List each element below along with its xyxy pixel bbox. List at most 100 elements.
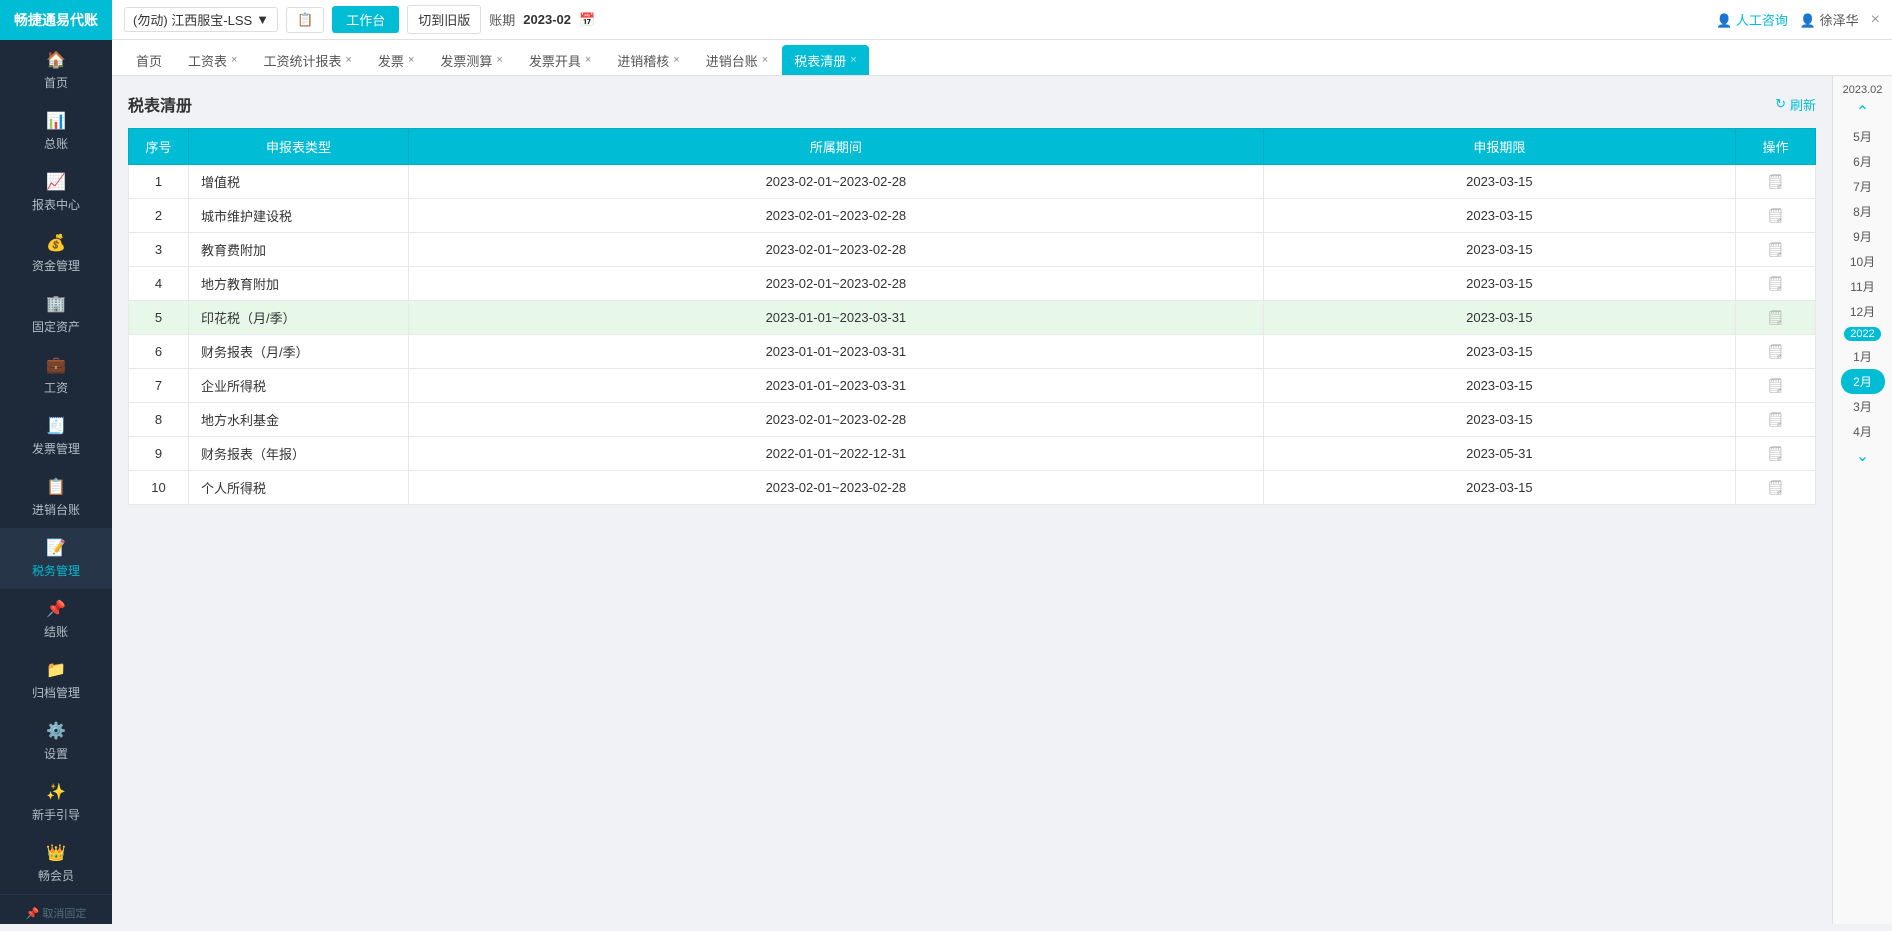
table-row: 6 财务报表（月/季） 2023-01-01~2023-03-31 2023-0…	[129, 335, 1816, 369]
cell-no: 6	[129, 335, 189, 369]
tab-tax-list[interactable]: 税表清册 ×	[782, 45, 868, 75]
sidebar: 畅捷通易代账 🏠 首页 📊 总账 📈 报表中心 💰 资金管理 🏢 固定资产 💼 …	[0, 0, 112, 924]
tab-purchase-ledger-close[interactable]: ×	[762, 54, 768, 66]
sidebar-item-salary[interactable]: 💼 工资	[0, 345, 112, 406]
company-selector[interactable]: (勿动) 江西服宝-LSS ▼	[124, 7, 278, 32]
sidebar-item-label: 畅会员	[38, 867, 74, 884]
cell-type: 个人所得税	[189, 471, 409, 505]
sidebar-item-guide[interactable]: ✨ 新手引导	[0, 772, 112, 833]
calendar-month-6[interactable]: 6月	[1841, 149, 1885, 174]
table-row: 9 财务报表（年报） 2022-01-01~2022-12-31 2023-05…	[129, 437, 1816, 471]
cell-deadline: 2023-03-15	[1263, 369, 1735, 403]
refresh-button[interactable]: ↻ 刷新	[1775, 95, 1816, 114]
cell-type: 企业所得税	[189, 369, 409, 403]
calendar-month-7[interactable]: 7月	[1841, 174, 1885, 199]
switch-old-button[interactable]: 切到旧版	[407, 5, 481, 34]
calendar-month-3[interactable]: 3月	[1841, 394, 1885, 419]
sidebar-item-member[interactable]: 👑 畅会员	[0, 833, 112, 894]
ai-consult[interactable]: 👤 人工咨询	[1716, 10, 1788, 29]
action-icon[interactable]: 🗒	[1767, 411, 1785, 427]
sidebar-item-label: 结账	[44, 623, 68, 640]
action-icon[interactable]: 🗒	[1767, 241, 1785, 257]
action-icon[interactable]: 🗒	[1767, 173, 1785, 189]
action-icon[interactable]: 🗒	[1767, 377, 1785, 393]
tab-purchase-ledger[interactable]: 进销台账 ×	[694, 45, 780, 75]
tab-salary-report-close[interactable]: ×	[345, 54, 351, 66]
sidebar-item-settings[interactable]: ⚙️ 设置	[0, 711, 112, 772]
calendar-up-button[interactable]: ⌃	[1854, 100, 1871, 124]
tab-invoice-open[interactable]: 发票开具 ×	[517, 45, 603, 75]
action-icon[interactable]: 🗒	[1767, 275, 1785, 291]
tab-invoice-calc[interactable]: 发票测算 ×	[428, 45, 514, 75]
table-row: 1 增值税 2023-02-01~2023-02-28 2023-03-15 🗒	[129, 165, 1816, 199]
sidebar-item-label: 税务管理	[32, 562, 80, 579]
calendar-month-8[interactable]: 8月	[1841, 199, 1885, 224]
calendar-month-9[interactable]: 9月	[1841, 224, 1885, 249]
table-row: 8 地方水利基金 2023-02-01~2023-02-28 2023-03-1…	[129, 403, 1816, 437]
cell-period: 2023-02-01~2023-02-28	[409, 233, 1264, 267]
cell-period: 2023-02-01~2023-02-28	[409, 267, 1264, 301]
cell-no: 5	[129, 301, 189, 335]
tab-invoice-calc-close[interactable]: ×	[496, 54, 502, 66]
copy-button[interactable]: 📋	[286, 7, 324, 33]
action-icon[interactable]: 🗒	[1767, 479, 1785, 495]
col-type: 申报表类型	[189, 129, 409, 165]
action-icon[interactable]: 🗒	[1767, 445, 1785, 461]
calendar-month-4[interactable]: 4月	[1841, 419, 1885, 444]
chevron-down-icon: ▼	[256, 12, 269, 27]
purchase-icon: 📋	[46, 477, 66, 497]
user-name[interactable]: 👤 徐泽华	[1800, 10, 1859, 29]
sidebar-item-label: 归档管理	[32, 684, 80, 701]
calendar-month-12[interactable]: 12月	[1841, 299, 1885, 324]
cell-deadline: 2023-05-31	[1263, 437, 1735, 471]
close-button[interactable]: ×	[1871, 11, 1880, 29]
tab-salary[interactable]: 工资表 ×	[176, 45, 249, 75]
calendar-month-11[interactable]: 11月	[1841, 274, 1885, 299]
period-label: 账期	[489, 10, 515, 29]
calendar-month-1[interactable]: 1月	[1841, 344, 1885, 369]
action-icon[interactable]: 🗒	[1767, 343, 1785, 359]
sidebar-item-archive[interactable]: 📁 归档管理	[0, 650, 112, 711]
cell-action: 🗒	[1736, 471, 1816, 505]
sidebar-item-home[interactable]: 🏠 首页	[0, 40, 112, 101]
action-icon[interactable]: 🗒	[1767, 309, 1785, 325]
action-icon[interactable]: 🗒	[1767, 207, 1785, 223]
sidebar-item-asset[interactable]: 🏢 固定资产	[0, 284, 112, 345]
tab-tax-list-close[interactable]: ×	[850, 54, 856, 66]
cell-period: 2023-02-01~2023-02-28	[409, 471, 1264, 505]
calendar-header: 2023.02	[1841, 80, 1885, 100]
sidebar-item-invoice[interactable]: 🧾 发票管理	[0, 406, 112, 467]
sidebar-item-fund[interactable]: 💰 资金管理	[0, 223, 112, 284]
table-row: 2 城市维护建设税 2023-02-01~2023-02-28 2023-03-…	[129, 199, 1816, 233]
unpin-footer[interactable]: 📌 取消固定	[0, 894, 112, 931]
calendar-icon[interactable]: 📅	[579, 12, 595, 28]
sidebar-item-report[interactable]: 📈 报表中心	[0, 162, 112, 223]
cell-action: 🗒	[1736, 369, 1816, 403]
sidebar-item-label: 发票管理	[32, 440, 80, 457]
workbench-button[interactable]: 工作台	[332, 6, 399, 33]
cell-type: 地方水利基金	[189, 403, 409, 437]
sidebar-item-purchase[interactable]: 📋 进销台账	[0, 467, 112, 528]
tab-invoice-open-close[interactable]: ×	[585, 54, 591, 66]
calendar-month-2-active[interactable]: 2月	[1841, 369, 1885, 394]
tab-purchase-check-label: 进销稽核	[617, 51, 669, 70]
sidebar-item-ledger[interactable]: 📊 总账	[0, 101, 112, 162]
calendar-month-10[interactable]: 10月	[1841, 249, 1885, 274]
cell-period: 2023-01-01~2023-03-31	[409, 301, 1264, 335]
tab-purchase-check-close[interactable]: ×	[673, 54, 679, 66]
calendar-down-button[interactable]: ⌄	[1854, 444, 1871, 468]
sidebar-item-settle[interactable]: 📌 结账	[0, 589, 112, 650]
tab-purchase-check[interactable]: 进销稽核 ×	[605, 45, 691, 75]
tab-invoice[interactable]: 发票 ×	[366, 45, 426, 75]
tab-invoice-label: 发票	[378, 51, 404, 70]
tab-salary-report[interactable]: 工资统计报表 ×	[251, 45, 363, 75]
tab-salary-close[interactable]: ×	[231, 54, 237, 66]
calendar-month-5[interactable]: 5月	[1841, 124, 1885, 149]
tab-home[interactable]: 首页	[124, 45, 174, 75]
tabbar: 首页 工资表 × 工资统计报表 × 发票 × 发票测算 × 发票开具 × 进销稽…	[112, 40, 1892, 76]
tab-invoice-close[interactable]: ×	[408, 54, 414, 66]
cell-deadline: 2023-03-15	[1263, 471, 1735, 505]
tab-purchase-ledger-label: 进销台账	[706, 51, 758, 70]
sidebar-item-tax[interactable]: 📝 税务管理	[0, 528, 112, 589]
cell-action: 🗒	[1736, 165, 1816, 199]
